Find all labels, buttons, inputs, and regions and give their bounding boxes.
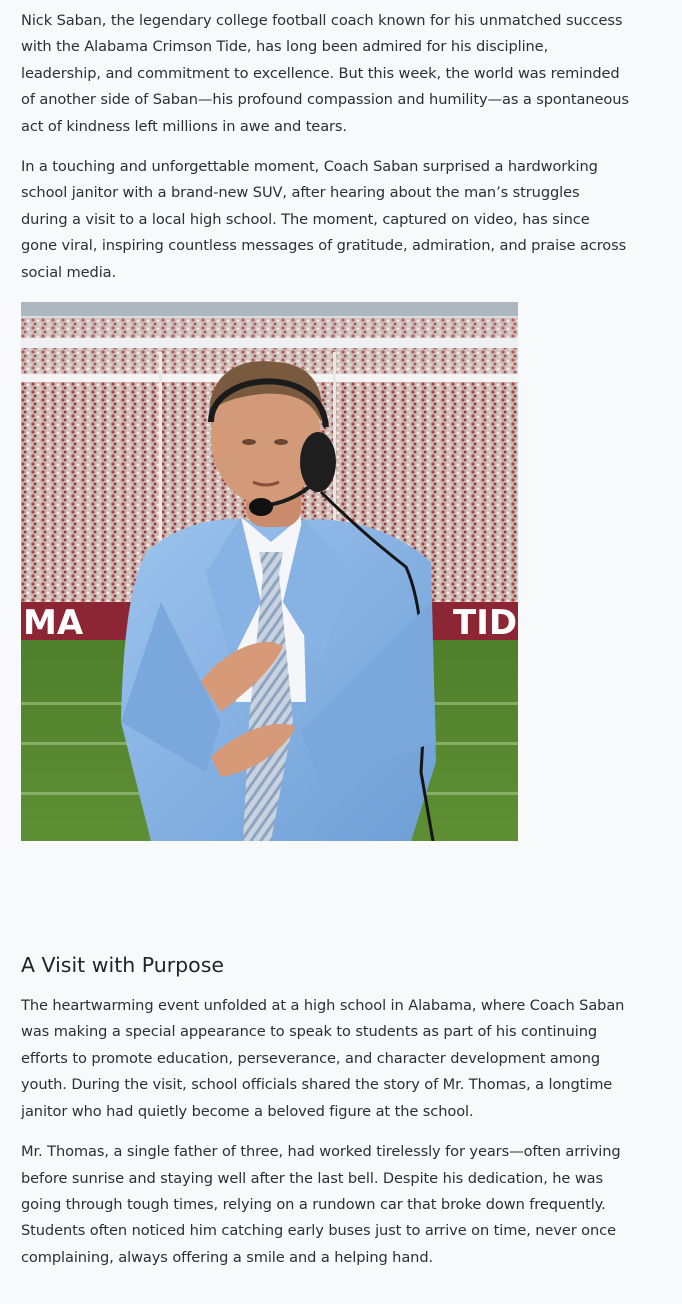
article-photo: MA TID bbox=[21, 302, 518, 842]
banner-right-text: TID bbox=[453, 603, 517, 643]
photo-coach-on-field-icon: MA TID bbox=[21, 302, 518, 842]
section-paragraph-2: Mr. Thomas, a single father of three, ha… bbox=[21, 1143, 621, 1266]
banner-left-text: MA bbox=[23, 603, 84, 643]
section-paragraph-1: The heartwarming event unfolded at a hig… bbox=[21, 997, 625, 1120]
intro-paragraph-2: In a touching and unforgettable moment, … bbox=[21, 158, 627, 281]
article-body: Nick Saban, the legendary college footba… bbox=[0, 0, 682, 1271]
section-heading: A Visit with Purpose bbox=[21, 953, 225, 978]
intro-paragraph-1: Nick Saban, the legendary college footba… bbox=[21, 12, 629, 135]
